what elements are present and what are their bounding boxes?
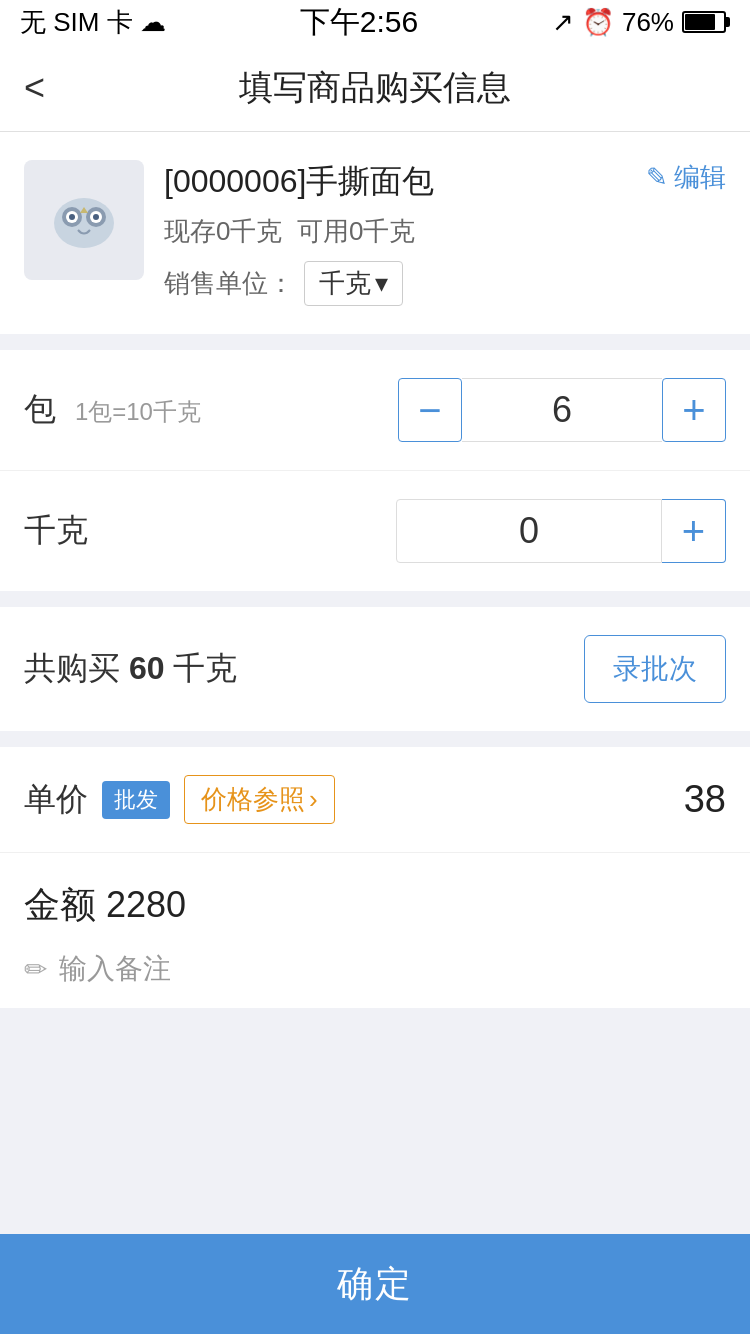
back-button[interactable]: < xyxy=(24,67,45,109)
remark-row[interactable]: ✏ 输入备注 xyxy=(24,950,726,988)
bag-increase-button[interactable]: + xyxy=(662,378,726,442)
kg-qty-control: + xyxy=(396,499,726,563)
bag-qty-control: − + xyxy=(398,378,726,442)
product-unit-row: 销售单位： 千克 ▾ xyxy=(164,261,726,306)
status-time: 下午2:56 xyxy=(300,2,418,43)
price-label: 单价 xyxy=(24,778,88,822)
product-info: [0000006]手撕面包 ✎ 编辑 现存0千克 可用0千克 销售单位： 千克 … xyxy=(164,160,726,306)
price-tag: 批发 xyxy=(102,781,170,819)
location-icon: ↗ xyxy=(552,7,574,38)
status-bar: 无 SIM 卡 ☁ 下午2:56 ↗ ⏰ 76% xyxy=(0,0,750,44)
edit-button[interactable]: ✎ 编辑 xyxy=(646,160,726,195)
total-row: 共购买 60 千克 录批次 xyxy=(0,607,750,731)
price-value: 38 xyxy=(684,778,726,821)
amount-section: 金额 2280 ✏ 输入备注 xyxy=(0,853,750,1008)
battery-icon xyxy=(682,11,730,33)
bag-decrease-button[interactable]: − xyxy=(398,378,462,442)
status-right: ↗ ⏰ 76% xyxy=(552,7,730,38)
sim-label: 无 SIM 卡 ☁ xyxy=(20,5,166,40)
batch-button[interactable]: 录批次 xyxy=(584,635,726,703)
kg-increase-button[interactable]: + xyxy=(662,499,726,563)
bag-quantity-input[interactable] xyxy=(462,378,662,442)
alarm-icon: ⏰ xyxy=(582,7,614,38)
price-section: 单价 批发 价格参照 › 38 xyxy=(0,747,750,853)
product-top-row: [0000006]手撕面包 ✎ 编辑 xyxy=(164,160,726,214)
page-title: 填写商品购买信息 xyxy=(239,65,511,111)
product-thumbnail xyxy=(24,160,144,280)
product-stock: 现存0千克 可用0千克 xyxy=(164,214,726,249)
bag-hint: 1包=10千克 xyxy=(75,398,201,425)
remark-placeholder: 输入备注 xyxy=(59,950,171,988)
price-chevron-icon: › xyxy=(309,784,318,815)
unit-select[interactable]: 千克 ▾ xyxy=(304,261,403,306)
pencil-icon: ✏ xyxy=(24,953,47,986)
kg-label: 千克 xyxy=(24,509,396,553)
page-header: < 填写商品购买信息 xyxy=(0,44,750,132)
bag-input-row: 包 1包=10千克 − + xyxy=(0,350,750,471)
edit-icon: ✎ xyxy=(646,162,668,193)
quantity-input-section: 包 1包=10千克 − + 千克 + xyxy=(0,350,750,591)
chevron-down-icon: ▾ xyxy=(375,268,388,299)
product-name: [0000006]手撕面包 xyxy=(164,160,434,204)
kg-input-row: 千克 + xyxy=(0,471,750,591)
battery-pct: 76% xyxy=(622,7,674,38)
product-card: [0000006]手撕面包 ✎ 编辑 现存0千克 可用0千克 销售单位： 千克 … xyxy=(0,132,750,334)
price-row: 单价 批发 价格参照 › 38 xyxy=(24,775,726,824)
svg-point-6 xyxy=(93,214,99,220)
bag-label: 包 1包=10千克 xyxy=(24,388,398,432)
total-text: 共购买 60 千克 xyxy=(24,647,237,691)
kg-quantity-input[interactable] xyxy=(396,499,662,563)
svg-point-5 xyxy=(69,214,75,220)
price-reference-button[interactable]: 价格参照 › xyxy=(184,775,335,824)
status-left: 无 SIM 卡 ☁ xyxy=(20,5,166,40)
confirm-button[interactable]: 确定 xyxy=(0,1234,750,1334)
amount-row: 金额 2280 xyxy=(24,881,726,930)
svg-point-0 xyxy=(54,198,114,248)
